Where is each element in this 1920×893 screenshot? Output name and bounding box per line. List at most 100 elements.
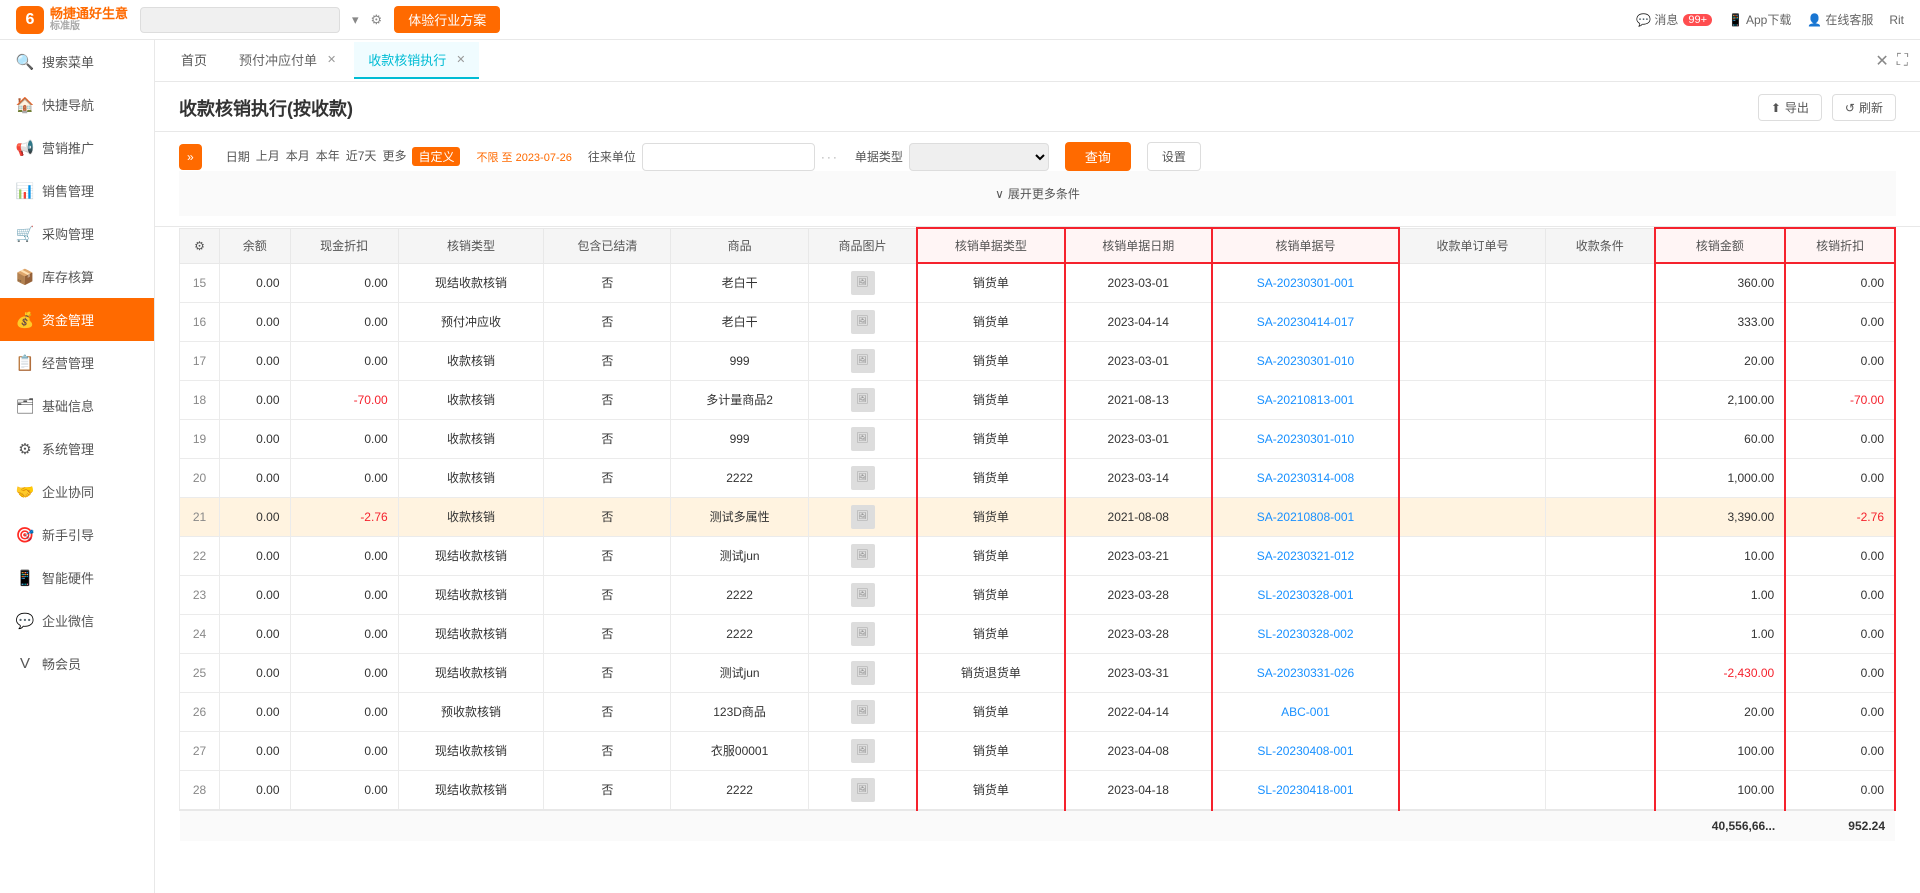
cell-receipt-order-no xyxy=(1399,380,1546,419)
cell-cash-discount: 0.00 xyxy=(290,731,398,770)
sidebar-label-finance: 资金管理 xyxy=(42,310,94,329)
bill-no-link[interactable]: SL-20230328-001 xyxy=(1257,588,1353,602)
table-row: 20 0.00 0.00 收款核销 否 2222 🖼 销货单 2023-03-1… xyxy=(180,458,1896,497)
tab-writeoff[interactable]: 收款核销执行 ✕ xyxy=(354,42,479,79)
online-service-btn[interactable]: 👤 在线客服 xyxy=(1807,11,1873,28)
sidebar-item-basic[interactable]: 🗂 基础信息 xyxy=(0,384,154,427)
date-this-year[interactable]: 本年 xyxy=(316,147,340,166)
date-7days[interactable]: 近7天 xyxy=(346,147,377,166)
cell-bill-no[interactable]: SL-20230408-001 xyxy=(1212,731,1399,770)
tab-prepay-close[interactable]: ✕ xyxy=(327,53,336,66)
cell-bill-no[interactable]: SA-20210813-001 xyxy=(1212,380,1399,419)
message-btn[interactable]: 💬 消息 99+ xyxy=(1636,11,1712,28)
sidebar-item-inventory[interactable]: 📦 库存核算 xyxy=(0,255,154,298)
solution-btn[interactable]: 体验行业方案 xyxy=(394,6,500,33)
cell-writeoff-amount: 20.00 xyxy=(1655,341,1786,380)
sidebar-item-member[interactable]: V 畅会员 xyxy=(0,642,154,685)
cell-bill-no[interactable]: SA-20230301-001 xyxy=(1212,263,1399,302)
sidebar-item-guide[interactable]: 🎯 新手引导 xyxy=(0,513,154,556)
bill-no-link[interactable]: SA-20230321-012 xyxy=(1257,549,1354,563)
cell-bill-no[interactable]: SA-20230321-012 xyxy=(1212,536,1399,575)
cell-bill-no[interactable]: SA-20230414-017 xyxy=(1212,302,1399,341)
cell-balance: 0.00 xyxy=(220,458,291,497)
message-label: 消息 xyxy=(1654,11,1678,28)
cell-bill-no[interactable]: SL-20230328-001 xyxy=(1212,575,1399,614)
sidebar-item-sales[interactable]: 📊 销售管理 xyxy=(0,169,154,212)
bill-no-link[interactable]: SL-20230328-002 xyxy=(1257,627,1353,641)
dropdown-icon[interactable]: ▾ xyxy=(352,12,359,28)
tab-home[interactable]: 首页 xyxy=(167,42,221,79)
party-dots[interactable]: ··· xyxy=(821,150,839,164)
date-more[interactable]: 更多 xyxy=(382,147,406,166)
message-icon: 💬 xyxy=(1636,13,1651,27)
sidebar-item-collab[interactable]: 🤝 企业协同 xyxy=(0,470,154,513)
header-actions: ⬆ 导出 ↺ 刷新 xyxy=(1758,94,1896,121)
sidebar-item-search[interactable]: 🔍 搜索菜单 xyxy=(0,40,154,83)
cell-writeoff-discount: -70.00 xyxy=(1785,380,1895,419)
cell-included: 否 xyxy=(544,770,671,810)
sidebar-item-marketing[interactable]: 📢 营销推广 xyxy=(0,126,154,169)
bill-no-link[interactable]: SA-20230301-010 xyxy=(1257,354,1354,368)
sidebar-item-finance[interactable]: 💰 资金管理 xyxy=(0,298,154,341)
tab-expand-btn[interactable]: ⛶ xyxy=(1897,51,1908,71)
sidebar: 🔍 搜索菜单 🏠 快捷导航 📢 营销推广 📊 销售管理 🛒 采购管理 📦 库存核… xyxy=(0,40,155,893)
col-receipt-order-no: 收款单订单号 xyxy=(1399,228,1546,263)
sidebar-item-system[interactable]: ⚙ 系统管理 xyxy=(0,427,154,470)
tab-writeoff-close[interactable]: ✕ xyxy=(456,53,465,66)
table-settings-icon[interactable]: ⚙ xyxy=(194,239,205,253)
cell-bill-no[interactable]: SA-20230314-008 xyxy=(1212,458,1399,497)
cell-bill-no[interactable]: SA-20230331-026 xyxy=(1212,653,1399,692)
tab-close-all-btn[interactable]: ✕ xyxy=(1875,51,1888,71)
filter-date-item: 日期 上月 本月 本年 近7天 更多 自定义 xyxy=(226,147,461,166)
cell-writeoff-discount: 0.00 xyxy=(1785,731,1895,770)
expand-more-btn[interactable]: ∨ 展开更多条件 xyxy=(995,185,1080,202)
bill-no-link[interactable]: SL-20230408-001 xyxy=(1257,744,1353,758)
bill-no-link[interactable]: SA-20230414-017 xyxy=(1257,315,1354,329)
bill-no-link[interactable]: ABC-001 xyxy=(1281,705,1330,719)
sidebar-item-purchase[interactable]: 🛒 采购管理 xyxy=(0,212,154,255)
sidebar-item-nav[interactable]: 🏠 快捷导航 xyxy=(0,83,154,126)
bill-no-link[interactable]: SA-20230331-026 xyxy=(1257,666,1354,680)
date-last-month[interactable]: 上月 xyxy=(256,147,280,166)
col-balance: 余额 xyxy=(220,228,291,263)
top-search-input[interactable] xyxy=(140,7,340,33)
query-btn[interactable]: 查询 xyxy=(1065,142,1131,171)
sidebar-item-wechat[interactable]: 💬 企业微信 xyxy=(0,599,154,642)
cell-bill-no[interactable]: ABC-001 xyxy=(1212,692,1399,731)
cell-receipt-order-no xyxy=(1399,419,1546,458)
app-download-btn[interactable]: 📱 App下载 xyxy=(1728,11,1791,28)
bill-type-select[interactable] xyxy=(909,143,1049,171)
logo: 6 畅捷通好生意 标准版 xyxy=(16,6,128,34)
cell-bill-no[interactable]: SA-20230301-010 xyxy=(1212,419,1399,458)
cell-bill-no[interactable]: SL-20230418-001 xyxy=(1212,770,1399,810)
date-custom[interactable]: 自定义 xyxy=(412,147,460,166)
cell-bill-no[interactable]: SL-20230328-002 xyxy=(1212,614,1399,653)
bill-no-link[interactable]: SA-20230301-010 xyxy=(1257,432,1354,446)
operations-icon: 📋 xyxy=(16,354,34,372)
cell-bill-type: 销货单 xyxy=(917,380,1064,419)
cell-bill-no[interactable]: SA-20210808-001 xyxy=(1212,497,1399,536)
cell-bill-no[interactable]: SA-20230301-010 xyxy=(1212,341,1399,380)
filter-arrow-btn[interactable]: » xyxy=(179,144,202,170)
bill-no-link[interactable]: SA-20230301-001 xyxy=(1257,276,1354,290)
export-btn[interactable]: ⬆ 导出 xyxy=(1758,94,1822,121)
tab-prepay[interactable]: 预付冲应付单 ✕ xyxy=(225,42,350,79)
bill-no-link[interactable]: SA-20210808-001 xyxy=(1257,510,1354,524)
cell-included: 否 xyxy=(544,458,671,497)
cell-goods-img: 🖼 xyxy=(808,614,917,653)
setting-btn[interactable]: 设置 xyxy=(1147,142,1201,171)
sidebar-label-operations: 经营管理 xyxy=(42,353,94,372)
message-badge: 99+ xyxy=(1683,14,1712,26)
date-this-month[interactable]: 本月 xyxy=(286,147,310,166)
party-input[interactable] xyxy=(642,143,815,171)
bill-no-link[interactable]: SA-20210813-001 xyxy=(1257,393,1354,407)
refresh-btn[interactable]: ↺ 刷新 xyxy=(1832,94,1896,121)
gear-icon[interactable]: ⚙ xyxy=(371,12,383,28)
bill-no-link[interactable]: SL-20230418-001 xyxy=(1257,783,1353,797)
cell-bill-date: 2023-04-14 xyxy=(1065,302,1212,341)
sidebar-item-hardware[interactable]: 📱 智能硬件 xyxy=(0,556,154,599)
user-name[interactable]: Rit xyxy=(1889,13,1904,27)
bill-no-link[interactable]: SA-20230314-008 xyxy=(1257,471,1354,485)
sidebar-item-operations[interactable]: 📋 经营管理 xyxy=(0,341,154,384)
sidebar-label-guide: 新手引导 xyxy=(42,525,94,544)
